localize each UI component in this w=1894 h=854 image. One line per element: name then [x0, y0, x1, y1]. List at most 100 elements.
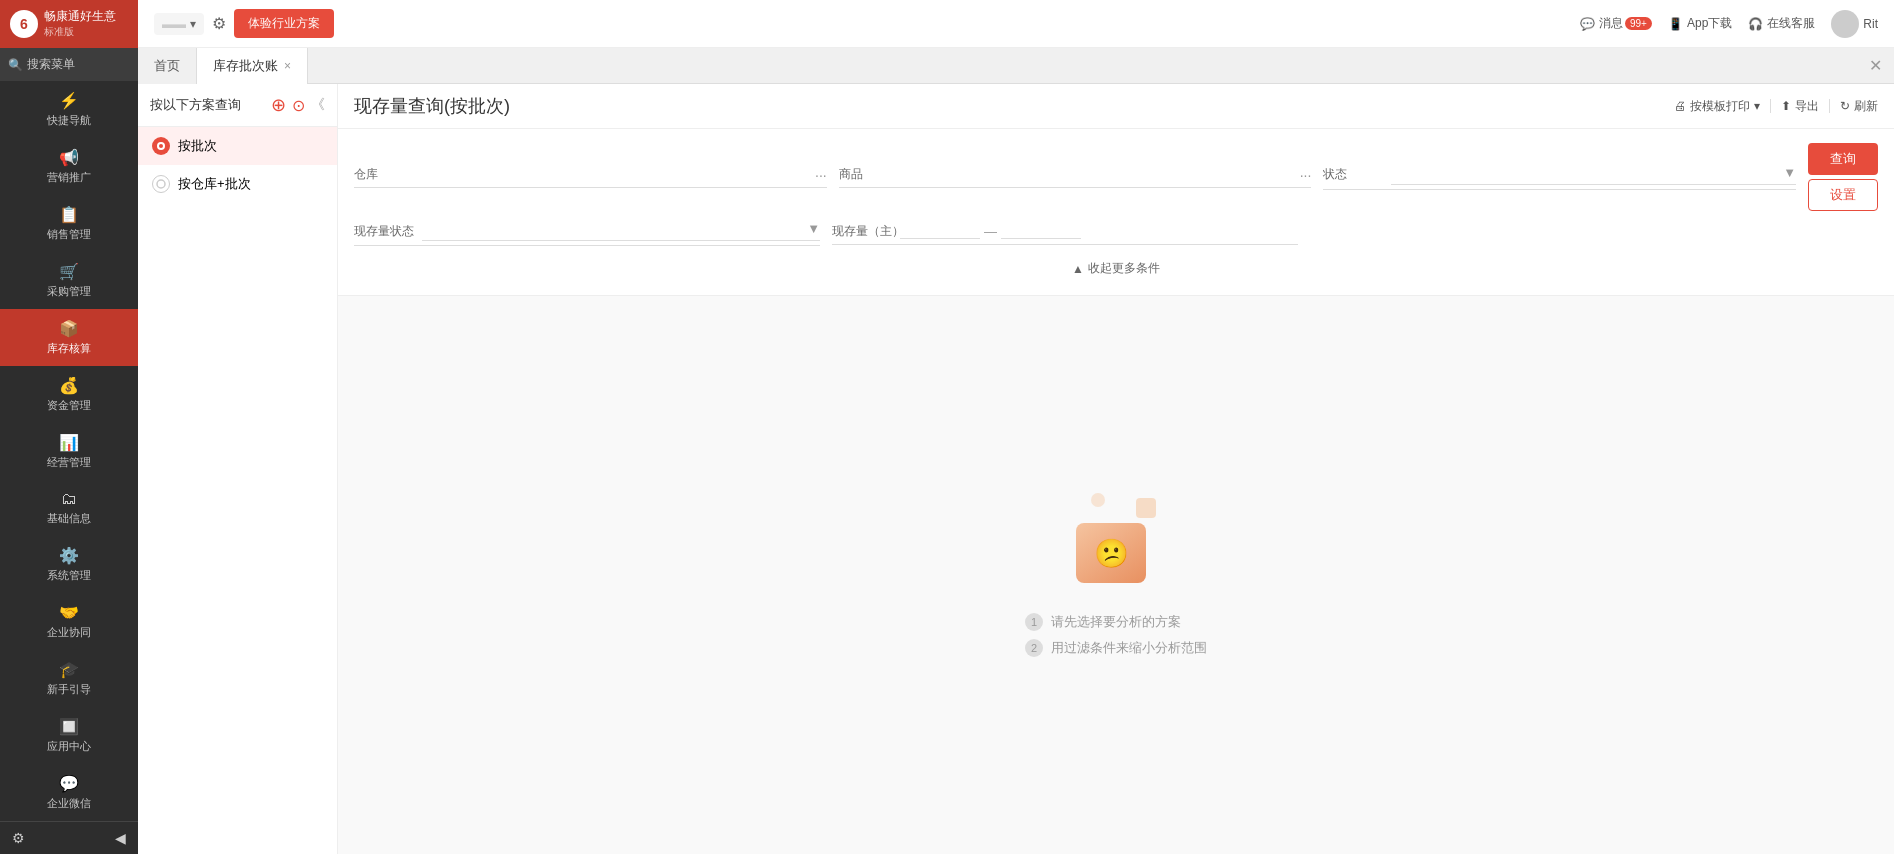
- product-input[interactable]: [907, 168, 1292, 182]
- sidebar-header: 6 畅康通好生意 标准版: [0, 0, 138, 48]
- empty-text: 1 请先选择要分析的方案 2 用过滤条件来缩小分析范围: [1025, 613, 1207, 657]
- product-dots-icon[interactable]: ···: [1300, 167, 1312, 183]
- refresh-label: 刷新: [1854, 98, 1878, 115]
- product-label: 商品: [839, 166, 899, 183]
- scheme-by-batch[interactable]: 按批次: [138, 127, 337, 165]
- collapse-more-label: 收起更多条件: [1088, 260, 1160, 277]
- print-dropdown-arrow[interactable]: ▾: [1754, 99, 1760, 113]
- stock-status-label: 现存量状态: [354, 223, 414, 240]
- add-scheme-icon[interactable]: ⊕: [271, 94, 286, 116]
- sidebar-item-label: 系统管理: [47, 568, 91, 583]
- online-service-button[interactable]: 🎧 在线客服: [1748, 15, 1815, 32]
- print-label: 按模板打印: [1690, 98, 1750, 115]
- app-download-button[interactable]: 📱 App下载: [1668, 15, 1732, 32]
- collapse-more-icon: ▲: [1072, 262, 1084, 276]
- hint-num-2: 2: [1025, 639, 1043, 657]
- breadcrumb-dropdown[interactable]: ▬▬ ▾: [154, 13, 204, 35]
- purchase-icon: 🛒: [59, 262, 79, 281]
- guide-icon: 🎓: [59, 660, 79, 679]
- sidebar-item-guide[interactable]: 🎓 新手引导: [0, 650, 138, 707]
- avatar: [1831, 10, 1859, 38]
- status-arrow-icon[interactable]: ▼: [1783, 165, 1796, 180]
- message-label: 消息: [1599, 15, 1623, 32]
- empty-hint-1: 1 请先选择要分析的方案: [1025, 613, 1207, 631]
- print-button[interactable]: 🖨 按模板打印 ▾: [1674, 98, 1760, 115]
- app-logo: 6: [10, 10, 38, 38]
- settings-gear-icon[interactable]: ⚙: [212, 14, 226, 33]
- warehouse-dots-icon[interactable]: ···: [815, 167, 827, 183]
- stock-status-arrow-icon[interactable]: ▼: [807, 221, 820, 236]
- topbar: ▬▬ ▾ ⚙ 体验行业方案 💬 消息 99+ 📱 App下载 🎧 在线客服: [138, 0, 1894, 48]
- user-profile[interactable]: Rit: [1831, 10, 1878, 38]
- filter-row-1: 仓库 ··· 商品 ··· 状态 ▼: [354, 143, 1878, 211]
- status-input[interactable]: [1391, 165, 1783, 179]
- scheme-by-warehouse-batch[interactable]: 按仓库+批次: [138, 165, 337, 203]
- tab-home[interactable]: 首页: [138, 48, 197, 84]
- operation-icon: 📊: [59, 433, 79, 452]
- scheme-actions: ⊕ ⊙ 《: [271, 94, 325, 116]
- stock-qty-from[interactable]: [900, 224, 980, 239]
- username: Rit: [1863, 17, 1878, 31]
- warehouse-input[interactable]: [422, 168, 807, 182]
- tab-inventory-batch[interactable]: 库存批次账 ×: [197, 48, 308, 84]
- sidebar-item-quick-nav[interactable]: ⚡ 快捷导航: [0, 81, 138, 138]
- online-service-label: 在线客服: [1767, 15, 1815, 32]
- app-edition: 标准版: [44, 25, 116, 39]
- refresh-button[interactable]: ↻ 刷新: [1840, 98, 1878, 115]
- footer-settings-icon[interactable]: ⚙: [12, 830, 25, 846]
- settings-button[interactable]: 设置: [1808, 179, 1878, 211]
- query-button[interactable]: 查询: [1808, 143, 1878, 175]
- product-field: 商品 ···: [839, 166, 1312, 188]
- sidebar-item-collab[interactable]: 🤝 企业协同: [0, 593, 138, 650]
- sidebar-item-sales[interactable]: 📋 销售管理: [0, 195, 138, 252]
- right-panel: 现存量查询(按批次) 🖨 按模板打印 ▾ ⬆ 导出 ↻ 刷: [338, 84, 1894, 854]
- scheme-active-dot: [152, 137, 170, 155]
- export-button[interactable]: ⬆ 导出: [1781, 98, 1819, 115]
- sidebar-item-purchase[interactable]: 🛒 采购管理: [0, 252, 138, 309]
- sidebar-nav: ⚡ 快捷导航 📢 营销推广 📋 销售管理 🛒 采购管理 📦 库存核算 💰 资金管…: [0, 81, 138, 821]
- scheme-inactive-dot: [152, 175, 170, 193]
- stock-status-select[interactable]: ▼: [422, 221, 820, 241]
- tab-close-icon[interactable]: ×: [284, 59, 291, 73]
- message-button[interactable]: 💬 消息 99+: [1580, 15, 1652, 32]
- page-actions: 🖨 按模板打印 ▾ ⬆ 导出 ↻ 刷新: [1674, 98, 1878, 115]
- left-panel: 按以下方案查询 ⊕ ⊙ 《 按批次 按仓库+批次: [138, 84, 338, 854]
- stock-qty-to[interactable]: [1001, 224, 1081, 239]
- sidebar-search[interactable]: 🔍 搜索菜单: [0, 48, 138, 81]
- action-divider: [1770, 99, 1771, 113]
- stock-status-field: 现存量状态 ▼: [354, 221, 820, 246]
- filter-row-2: 现存量状态 ▼ 现存量（主） —: [354, 221, 1878, 246]
- empty-state: 😕 1 请先选择要分析的方案 2 用过滤条件来缩小分析范围: [338, 296, 1894, 854]
- search-icon: 🔍: [8, 58, 23, 72]
- breadcrumb-text: ▬▬: [162, 17, 186, 31]
- stock-status-input[interactable]: [422, 222, 807, 236]
- scheme-label: 按以下方案查询: [150, 96, 241, 114]
- footer-collapse-icon[interactable]: ◀: [115, 830, 126, 846]
- sidebar-item-finance[interactable]: 💰 资金管理: [0, 366, 138, 423]
- export-label: 导出: [1795, 98, 1819, 115]
- sidebar-item-label: 快捷导航: [47, 113, 91, 128]
- dropdown-arrow-icon: ▾: [190, 17, 196, 31]
- sidebar-item-system[interactable]: ⚙️ 系统管理: [0, 536, 138, 593]
- refresh-icon: ↻: [1840, 99, 1850, 113]
- page-header: 现存量查询(按批次) 🖨 按模板打印 ▾ ⬆ 导出 ↻ 刷: [338, 84, 1894, 129]
- filter-area: 仓库 ··· 商品 ··· 状态 ▼: [338, 129, 1894, 296]
- sidebar-item-operation[interactable]: 📊 经营管理: [0, 423, 138, 480]
- sidebar-item-label: 库存核算: [47, 341, 91, 356]
- collapse-more-button[interactable]: ▲ 收起更多条件: [354, 256, 1878, 281]
- sidebar-item-label: 经营管理: [47, 455, 91, 470]
- tab-extra: ✕: [308, 56, 1894, 75]
- hint-num-1: 1: [1025, 613, 1043, 631]
- panel-close-icon[interactable]: ✕: [1869, 56, 1882, 75]
- collapse-panel-icon[interactable]: 《: [311, 96, 325, 114]
- trial-button[interactable]: 体验行业方案: [234, 9, 334, 38]
- sidebar-item-marketing[interactable]: 📢 营销推广: [0, 138, 138, 195]
- app-title: 畅康通好生意: [44, 9, 116, 25]
- scheme-settings-icon[interactable]: ⊙: [292, 96, 305, 115]
- scheme-warehouse-batch-label: 按仓库+批次: [178, 175, 251, 193]
- sidebar-item-app-center[interactable]: 🔲 应用中心: [0, 707, 138, 764]
- sidebar-item-inventory[interactable]: 📦 库存核算: [0, 309, 138, 366]
- sidebar-item-wechat[interactable]: 💬 企业微信: [0, 764, 138, 821]
- status-select[interactable]: ▼: [1391, 165, 1796, 185]
- sidebar-item-basic[interactable]: 🗂 基础信息: [0, 480, 138, 536]
